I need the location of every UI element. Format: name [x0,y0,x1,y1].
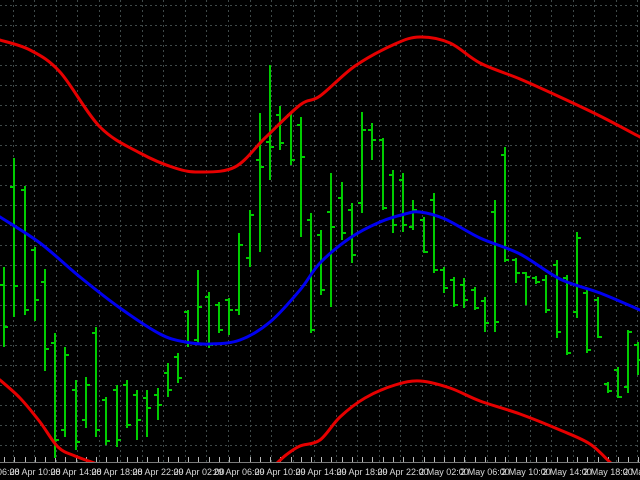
ohlc-bar [154,388,162,420]
ohlc-bar [532,276,540,284]
ohlc-bar [31,247,39,321]
ohlc-bar [583,290,591,353]
ohlc-bar [215,302,223,333]
ohlc-bar [0,267,8,347]
ohlc-bar [501,147,509,262]
ohlc-bar [21,186,29,315]
ohlc-bar [420,217,428,253]
ohlc-bar [72,380,80,450]
ohlc-bar [92,327,100,437]
ohlc-bar [450,277,458,307]
chart-canvas[interactable] [0,0,640,463]
ohlc-bar [604,382,612,393]
time-label: 2 May 22:00 [623,467,640,477]
ohlc-bar [246,210,254,267]
ohlc-bar [512,258,520,283]
trading-chart-window: 28 Apr 06:0028 Apr 10:0028 Apr 14:0028 A… [0,0,640,480]
ohlc-bar [133,390,141,440]
ohlc-bar [379,138,387,210]
ohlc-bar [471,287,479,310]
ohlc-bar [358,112,366,213]
ohlc-bar [491,200,499,332]
ohlc-bar [225,298,233,335]
ohlc-bar [41,269,49,371]
ohlc-bar [460,278,468,308]
ohlc-bar [113,385,121,447]
ohlc-bar [256,113,264,252]
upper-band-line [0,35,640,174]
ohlc-bar [327,173,335,307]
ohlc-bar [573,232,581,318]
ohlc-bar [266,65,274,180]
ohlc-bar [194,270,202,343]
ohlc-bar [634,342,640,375]
ohlc-bar [624,330,632,393]
ohlc-bar [553,260,561,338]
ohlc-bar [10,158,18,317]
ohlc-bar [542,275,550,313]
ohlc-bar [174,353,182,383]
lower-band-right-line [274,379,614,463]
ohlc-bar [297,117,305,237]
ohlc-bar [82,377,90,428]
ohlc-bar [348,203,356,263]
ohlc-bar [594,297,602,338]
lower-band-left-line [0,378,99,463]
ohlc-bar [164,363,172,397]
ohlc-bar [338,182,346,240]
ohlc-bar [143,390,151,437]
ohlc-bar [563,275,571,355]
ohlc-bar [102,397,110,445]
ohlc-bar [522,272,530,305]
time-axis[interactable]: 28 Apr 06:0028 Apr 10:0028 Apr 14:0028 A… [0,462,640,480]
ohlc-bar [389,170,397,233]
ohlc-bar [123,380,131,428]
ohlc-bar [368,123,376,160]
ohlc-bar [614,367,622,398]
ohlc-bar [440,267,448,293]
ohlc-bar [61,347,69,437]
